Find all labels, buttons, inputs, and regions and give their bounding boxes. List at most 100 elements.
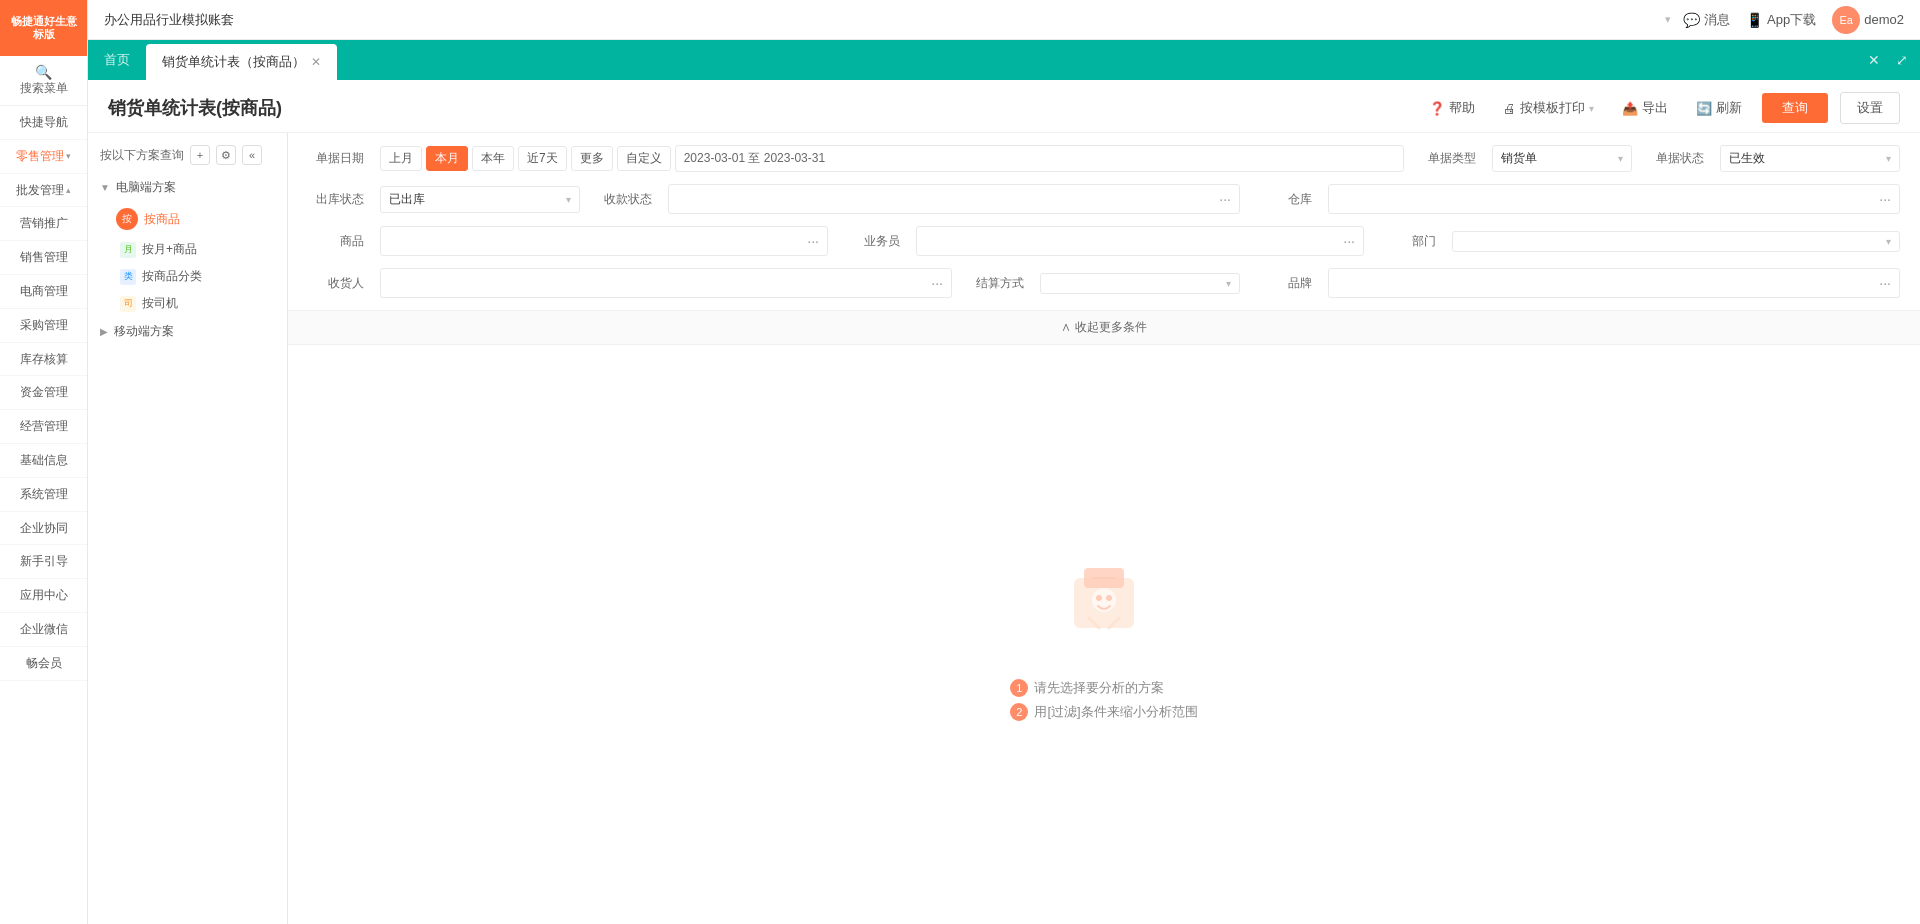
sidebar-item-wechat[interactable]: 企业微信 (0, 613, 87, 647)
settings-scheme-btn[interactable]: ⚙ (216, 145, 236, 165)
date-btn-last-7-days[interactable]: 近7天 (518, 146, 567, 171)
query-btn[interactable]: 查询 (1762, 93, 1828, 123)
scheme-group-pc-header[interactable]: ▼ 电脑端方案 (88, 173, 287, 202)
doc-status-select[interactable]: 已生效 ▾ (1720, 145, 1900, 172)
consignee-input[interactable]: ··· (380, 268, 952, 298)
warehouse-input[interactable]: ··· (1328, 184, 1900, 214)
sidebar-item-guide[interactable]: 新手引导 (0, 545, 87, 579)
sidebar-item-quick-nav[interactable]: 快捷导航 (0, 106, 87, 140)
sidebar-item-ecommerce[interactable]: 电商管理 (0, 275, 87, 309)
outbound-select[interactable]: 已出库 ▾ (380, 186, 580, 213)
doc-type-arrow: ▾ (1618, 153, 1623, 164)
doc-status-arrow: ▾ (1886, 153, 1891, 164)
date-label: 单据日期 (308, 150, 364, 167)
filter-row-1: 单据日期 上月 本月 本年 近7天 更多 自定义 2023-03-01 至 20… (308, 145, 1900, 172)
settlement-select[interactable]: ▾ (1040, 273, 1240, 294)
user-avatar: Ea (1832, 6, 1860, 34)
settings-btn[interactable]: 设置 (1840, 92, 1900, 124)
tab-home[interactable]: 首页 (88, 40, 146, 80)
search-menu-item[interactable]: 🔍 搜索菜单 (0, 56, 87, 106)
scheme-item-by-month-product[interactable]: 月 按月+商品 (88, 236, 287, 263)
sidebar-item-finance[interactable]: 资金管理 (0, 376, 87, 410)
department-label: 部门 (1380, 233, 1436, 250)
tab-expand-btn[interactable]: ⤢ (1892, 50, 1912, 70)
sidebar-item-wholesale[interactable]: 批发管理 ▴ (0, 174, 87, 208)
outbound-arrow: ▾ (566, 194, 571, 205)
template-print-arrow[interactable]: ▾ (1589, 103, 1594, 114)
payment-status-label: 收款状态 (596, 191, 652, 208)
department-select[interactable]: ▾ (1452, 231, 1900, 252)
sidebar-item-apps[interactable]: 应用中心 (0, 579, 87, 613)
refresh-btn[interactable]: 🔄 刷新 (1688, 95, 1750, 121)
date-btn-custom[interactable]: 自定义 (617, 146, 671, 171)
add-scheme-btn[interactable]: + (190, 145, 210, 165)
date-filter-group: 上月 本月 本年 近7天 更多 自定义 2023-03-01 至 2023-03… (380, 145, 1404, 172)
sidebar-item-sales[interactable]: 销售管理 (0, 241, 87, 275)
payment-status-input[interactable]: ··· (668, 184, 1240, 214)
topbar: 办公用品行业模拟账套 ▾ 💬 消息 📱 App下载 Ea demo2 (88, 0, 1920, 40)
salesperson-input[interactable]: ··· (916, 226, 1364, 256)
scheme-item-by-product[interactable]: 按 按商品 (88, 202, 287, 236)
export-btn[interactable]: 📤 导出 (1614, 95, 1676, 121)
logo-text: 畅捷通好生意 标版 (11, 15, 77, 41)
app-download-btn[interactable]: 📱 App下载 (1746, 11, 1816, 29)
help-btn[interactable]: ❓ 帮助 (1421, 95, 1483, 121)
date-range-input[interactable]: 2023-03-01 至 2023-03-31 (675, 145, 1404, 172)
collapse-more-btn[interactable]: ∧ 收起更多条件 (288, 311, 1920, 345)
outbound-label: 出库状态 (308, 191, 364, 208)
tabbar-actions: ✕ ⤢ (1864, 50, 1920, 70)
scheme-category-icon: 类 (120, 269, 136, 285)
brand-input[interactable]: ··· (1328, 268, 1900, 298)
content-body: 按以下方案查询 + ⚙ « ▼ 电脑端方案 按 按商品 (88, 133, 1920, 924)
industry-dropdown-arrow[interactable]: ▾ (1665, 13, 1671, 26)
date-btn-last-month[interactable]: 上月 (380, 146, 422, 171)
sidebar-logo: 畅捷通好生意 标版 (0, 0, 87, 56)
warehouse-label: 仓库 (1256, 191, 1312, 208)
date-btn-this-month[interactable]: 本月 (426, 146, 468, 171)
sidebar-item-inventory[interactable]: 库存核算 (0, 343, 87, 377)
content-area: 销货单统计表(按商品) ❓ 帮助 🖨 按模板打印 ▾ 📤 导出 🔄 刷新 (88, 80, 1920, 924)
empty-state: 1 请先选择要分析的方案 2 用[过滤]条件来缩小分析范围 (288, 345, 1920, 924)
brand-label: 品牌 (1256, 275, 1312, 292)
scheme-item-by-category[interactable]: 类 按商品分类 (88, 263, 287, 290)
message-btn[interactable]: 💬 消息 (1683, 11, 1730, 29)
product-input[interactable]: ··· (380, 226, 828, 256)
doc-type-label: 单据类型 (1420, 150, 1476, 167)
department-arrow: ▾ (1886, 236, 1891, 247)
sidebar-item-retail[interactable]: 零售管理 ▾ (0, 140, 87, 174)
svg-point-4 (1106, 595, 1112, 601)
chevron-right-icon: ▶ (100, 326, 108, 337)
filter-row-4: 收货人 ··· 结算方式 ▾ 品牌 ··· (308, 268, 1900, 298)
tab-close-icon[interactable]: ✕ (311, 55, 321, 69)
scheme-item-by-operator[interactable]: 司 按司机 (88, 290, 287, 317)
scheme-group-mobile: ▶ 移动端方案 (88, 317, 287, 346)
template-print-btn[interactable]: 🖨 按模板打印 ▾ (1495, 95, 1602, 121)
user-menu-btn[interactable]: Ea demo2 (1832, 6, 1904, 34)
doc-type-select[interactable]: 销货单 ▾ (1492, 145, 1632, 172)
chevron-down-icon: ▼ (100, 182, 110, 193)
filter-row-3: 商品 ··· 业务员 ··· 部门 ▾ (308, 226, 1900, 256)
tab-close-window-btn[interactable]: ✕ (1864, 50, 1884, 70)
empty-hint: 1 请先选择要分析的方案 2 用[过滤]条件来缩小分析范围 (1010, 679, 1197, 721)
filter-row-2: 出库状态 已出库 ▾ 收款状态 ··· 仓库 ·· (308, 184, 1900, 214)
tabbar: 首页 销货单统计表（按商品） ✕ ✕ ⤢ (88, 40, 1920, 80)
tab-sales-stat[interactable]: 销货单统计表（按商品） ✕ (146, 44, 337, 80)
sidebar-item-operations[interactable]: 经营管理 (0, 410, 87, 444)
sidebar-item-marketing[interactable]: 营销推广 (0, 207, 87, 241)
scheme-group-mobile-header[interactable]: ▶ 移动端方案 (88, 317, 287, 346)
sidebar: 畅捷通好生意 标版 🔍 搜索菜单 快捷导航 零售管理 ▾ 批发管理 ▴ 营销推广… (0, 0, 88, 924)
scheme-panel: 按以下方案查询 + ⚙ « ▼ 电脑端方案 按 按商品 (88, 133, 288, 924)
sidebar-item-enterprise[interactable]: 企业协同 (0, 512, 87, 546)
sidebar-item-member[interactable]: 畅会员 (0, 647, 87, 681)
date-btn-this-year[interactable]: 本年 (472, 146, 514, 171)
scheme-operator-icon: 司 (120, 296, 136, 312)
sidebar-item-basics[interactable]: 基础信息 (0, 444, 87, 478)
sidebar-item-purchase[interactable]: 采购管理 (0, 309, 87, 343)
date-btn-more[interactable]: 更多 (571, 146, 613, 171)
sidebar-item-system[interactable]: 系统管理 (0, 478, 87, 512)
main-area: 办公用品行业模拟账套 ▾ 💬 消息 📱 App下载 Ea demo2 首页 销货… (88, 0, 1920, 924)
settlement-label: 结算方式 (968, 275, 1024, 292)
topbar-right: 💬 消息 📱 App下载 Ea demo2 (1683, 6, 1904, 34)
collapse-scheme-btn[interactable]: « (242, 145, 262, 165)
scheme-month-icon: 月 (120, 242, 136, 258)
